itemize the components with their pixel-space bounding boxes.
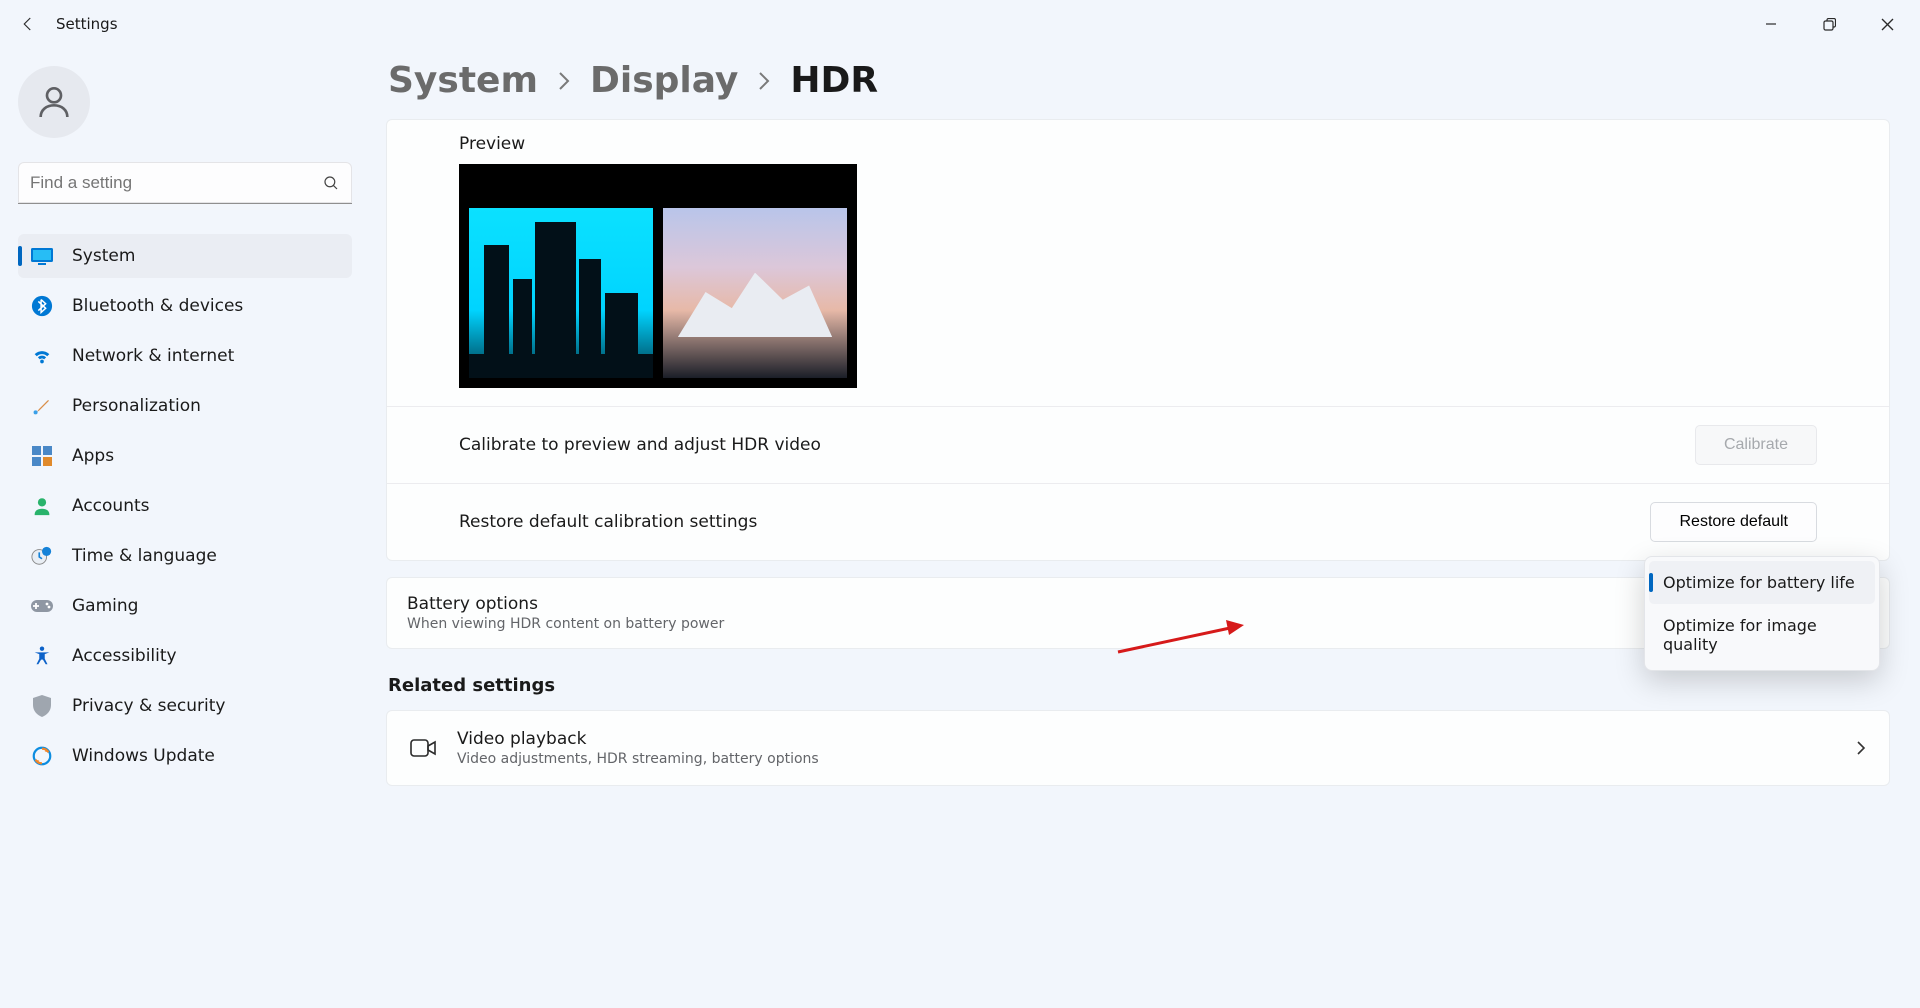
- accessibility-icon: [30, 644, 54, 668]
- shield-icon: [30, 694, 54, 718]
- person-icon: [30, 494, 54, 518]
- sidebar-item-label: Apps: [72, 446, 114, 466]
- sidebar-item-accessibility[interactable]: Accessibility: [18, 634, 352, 678]
- battery-title: Battery options: [407, 594, 724, 614]
- preview-image: [459, 164, 857, 388]
- sidebar-item-label: Personalization: [72, 396, 201, 416]
- related-settings-card: Video playback Video adjustments, HDR st…: [386, 710, 1890, 786]
- hdr-settings-card: Preview Calibrate to preview and adjust …: [386, 119, 1890, 561]
- preview-label: Preview: [387, 120, 1889, 164]
- window-controls: [1742, 4, 1916, 44]
- preview-mountain-panel: [663, 208, 847, 378]
- sidebar-item-system[interactable]: System: [18, 234, 352, 278]
- sidebar-item-apps[interactable]: Apps: [18, 434, 352, 478]
- sidebar-item-bluetooth[interactable]: Bluetooth & devices: [18, 284, 352, 328]
- crumb-system[interactable]: System: [388, 60, 538, 101]
- calibrate-label: Calibrate to preview and adjust HDR vide…: [459, 435, 821, 455]
- related-item-subtitle: Video adjustments, HDR streaming, batter…: [457, 751, 819, 767]
- related-item-title: Video playback: [457, 729, 819, 749]
- nav-list: System Bluetooth & devices Network & int…: [18, 234, 352, 778]
- avatar[interactable]: [18, 66, 90, 138]
- close-button[interactable]: [1858, 4, 1916, 44]
- bluetooth-icon: [30, 294, 54, 318]
- main-content: System Display HDR Preview: [370, 48, 1920, 1008]
- video-playback-link[interactable]: Video playback Video adjustments, HDR st…: [387, 711, 1889, 785]
- wifi-icon: [30, 344, 54, 368]
- search-icon: [322, 174, 340, 192]
- app-title: Settings: [52, 15, 118, 33]
- sidebar: System Bluetooth & devices Network & int…: [0, 48, 370, 1008]
- sidebar-item-label: Time & language: [72, 546, 217, 566]
- sidebar-item-label: Windows Update: [72, 746, 215, 766]
- dropdown-option-image-quality[interactable]: Optimize for image quality: [1649, 604, 1875, 666]
- titlebar: Settings: [0, 0, 1920, 48]
- sidebar-item-label: Network & internet: [72, 346, 234, 366]
- apps-icon: [30, 444, 54, 468]
- search-field[interactable]: [30, 173, 322, 193]
- sidebar-item-privacy[interactable]: Privacy & security: [18, 684, 352, 728]
- sidebar-item-update[interactable]: Windows Update: [18, 734, 352, 778]
- back-button[interactable]: [4, 0, 52, 48]
- restore-row: Restore default calibration settings Res…: [387, 483, 1889, 560]
- sidebar-item-label: Accessibility: [72, 646, 177, 666]
- chevron-right-icon: [1855, 740, 1867, 756]
- gamepad-icon: [30, 594, 54, 618]
- crumb-display[interactable]: Display: [590, 60, 738, 101]
- update-icon: [30, 744, 54, 768]
- clock-globe-icon: [30, 544, 54, 568]
- chevron-right-icon: [556, 70, 572, 92]
- brush-icon: [30, 394, 54, 418]
- battery-subtitle: When viewing HDR content on battery powe…: [407, 616, 724, 632]
- related-heading: Related settings: [388, 675, 1890, 696]
- calibrate-button: Calibrate: [1695, 425, 1817, 465]
- calibrate-row: Calibrate to preview and adjust HDR vide…: [387, 406, 1889, 483]
- preview-city-panel: [469, 208, 653, 378]
- sidebar-item-time[interactable]: Time & language: [18, 534, 352, 578]
- sidebar-item-label: Bluetooth & devices: [72, 296, 243, 316]
- sidebar-item-network[interactable]: Network & internet: [18, 334, 352, 378]
- sidebar-item-label: Privacy & security: [72, 696, 226, 716]
- sidebar-item-label: System: [72, 246, 135, 266]
- crumb-hdr: HDR: [790, 60, 878, 101]
- sidebar-item-label: Gaming: [72, 596, 138, 616]
- maximize-button[interactable]: [1800, 4, 1858, 44]
- sidebar-item-accounts[interactable]: Accounts: [18, 484, 352, 528]
- video-icon: [409, 736, 437, 760]
- display-icon: [30, 244, 54, 268]
- battery-options-dropdown[interactable]: Optimize for battery life Optimize for i…: [1644, 556, 1880, 671]
- minimize-button[interactable]: [1742, 4, 1800, 44]
- sidebar-item-label: Accounts: [72, 496, 150, 516]
- sidebar-item-gaming[interactable]: Gaming: [18, 584, 352, 628]
- breadcrumb: System Display HDR: [388, 60, 1890, 101]
- chevron-right-icon: [756, 70, 772, 92]
- dropdown-option-battery-life[interactable]: Optimize for battery life: [1649, 561, 1875, 604]
- sidebar-item-personalization[interactable]: Personalization: [18, 384, 352, 428]
- search-input[interactable]: [18, 162, 352, 204]
- restore-default-button[interactable]: Restore default: [1650, 502, 1817, 542]
- restore-label: Restore default calibration settings: [459, 512, 757, 532]
